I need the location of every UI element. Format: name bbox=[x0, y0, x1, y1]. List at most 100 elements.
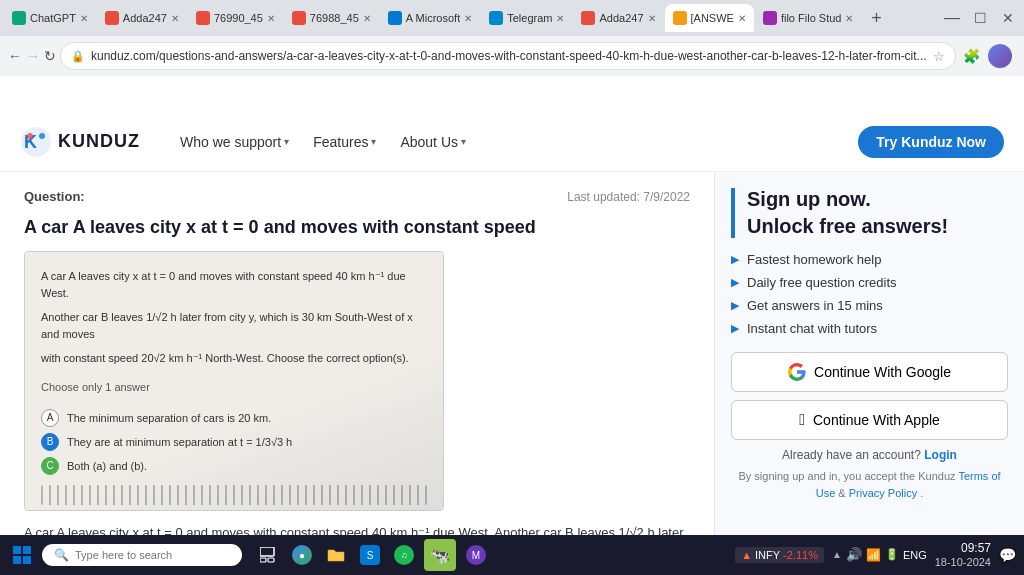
tab-adda4[interactable]: Adda247 ✕ bbox=[573, 4, 663, 32]
tab-close-adda2[interactable]: ✕ bbox=[267, 13, 275, 24]
question-image: A car A leaves city x at t = 0 and moves… bbox=[24, 251, 444, 511]
option-c-circle: C bbox=[41, 457, 59, 475]
taskbar-icon-4[interactable]: S bbox=[356, 541, 384, 569]
time-display: 09:57 bbox=[935, 541, 991, 555]
profile-avatar[interactable] bbox=[988, 44, 1012, 68]
nav-item-about[interactable]: About Us ▾ bbox=[390, 128, 476, 156]
already-have-account-text: Already have an account? Login bbox=[731, 448, 1008, 462]
search-input[interactable] bbox=[75, 549, 215, 561]
stock-icon: ▲ bbox=[741, 549, 752, 561]
svg-rect-9 bbox=[260, 558, 266, 562]
tab-telegram[interactable]: Telegram ✕ bbox=[481, 4, 572, 32]
tab-close-answers[interactable]: ✕ bbox=[738, 13, 746, 24]
tab-favicon-adda1 bbox=[105, 11, 119, 25]
extensions-icon[interactable]: 🧩 bbox=[960, 44, 984, 68]
login-link[interactable]: Login bbox=[924, 448, 957, 462]
img-line-3: with constant speed 20√2 km h⁻¹ North-We… bbox=[41, 350, 427, 367]
svg-point-3 bbox=[39, 133, 45, 139]
tab-close-telegram[interactable]: ✕ bbox=[556, 13, 564, 24]
taskbar-browser-icon[interactable]: ● bbox=[288, 541, 316, 569]
taskbar-icon-5[interactable]: ♫ bbox=[390, 541, 418, 569]
tab-label-filo: filo Filo Stud bbox=[781, 12, 842, 24]
try-kunduz-button[interactable]: Try Kunduz Now bbox=[858, 126, 1004, 158]
tab-adda1[interactable]: Adda247 ✕ bbox=[97, 4, 187, 32]
tab-answers[interactable]: [ANSWE ✕ bbox=[665, 4, 754, 32]
terms-prefix: By signing up and in, you accept the Kun… bbox=[738, 470, 955, 482]
tab-close-adda4[interactable]: ✕ bbox=[648, 13, 656, 24]
page-content: K KUNDUZ Who we support ▾ Features ▾ Abo… bbox=[0, 112, 1024, 535]
menu-icon[interactable]: ⋮ bbox=[1016, 44, 1024, 68]
option-b-text: They are at minimum separation at t = 1/… bbox=[67, 436, 292, 448]
start-button[interactable] bbox=[8, 541, 36, 569]
notification-icon[interactable]: 💬 bbox=[999, 547, 1016, 563]
feature-item-1: ▶ Fastest homework help bbox=[731, 252, 1008, 267]
address-bar[interactable]: 🔒 kunduz.com/questions-and-answers/a-car… bbox=[60, 42, 956, 70]
volume-icon[interactable]: 🔊 bbox=[846, 547, 862, 562]
bookmark-icon[interactable]: ☆ bbox=[933, 49, 945, 64]
sidebar: Sign up now. Unlock free answers! ▶ Fast… bbox=[714, 172, 1024, 535]
nav-item-who-we-support[interactable]: Who we support ▾ bbox=[170, 128, 299, 156]
choose-label: Choose only 1 answer bbox=[41, 381, 427, 393]
tab-favicon-chatgpt bbox=[12, 11, 26, 25]
signup-header: Sign up now. Unlock free answers! bbox=[731, 188, 1008, 238]
option-a-circle: A bbox=[41, 409, 59, 427]
tab-filo[interactable]: filo Filo Stud ✕ bbox=[755, 4, 862, 32]
image-scribble bbox=[41, 485, 427, 505]
stock-widget[interactable]: ▲ INFY -2.11% bbox=[735, 547, 824, 563]
feature-item-2: ▶ Daily free question credits bbox=[731, 275, 1008, 290]
chevron-down-icon-who: ▾ bbox=[284, 136, 289, 147]
tab-chatgpt[interactable]: ChatGPT ✕ bbox=[4, 4, 96, 32]
close-window-button[interactable]: ✕ bbox=[996, 6, 1020, 30]
taskbar-icon-6[interactable]: M bbox=[462, 541, 490, 569]
new-tab-button[interactable]: + bbox=[862, 4, 890, 32]
file-explorer-icon[interactable] bbox=[322, 541, 350, 569]
feature-list: ▶ Fastest homework help ▶ Daily free que… bbox=[731, 252, 1008, 336]
arrow-icon-3: ▶ bbox=[731, 299, 739, 312]
stock-label: INFY bbox=[755, 549, 780, 561]
feature-item-3: ▶ Get answers in 15 mins bbox=[731, 298, 1008, 313]
tab-label-adda2: 76990_45 bbox=[214, 12, 263, 24]
tab-adda3[interactable]: 76988_45 ✕ bbox=[284, 4, 379, 32]
terms-suffix: . bbox=[920, 487, 923, 499]
date-display: 18-10-2024 bbox=[935, 556, 991, 569]
nav-item-features[interactable]: Features ▾ bbox=[303, 128, 386, 156]
tab-adda2[interactable]: 76990_45 ✕ bbox=[188, 4, 283, 32]
minimize-button[interactable]: — bbox=[940, 6, 964, 30]
forward-button[interactable]: → bbox=[26, 42, 40, 70]
option-b-circle: B bbox=[41, 433, 59, 451]
clock-widget[interactable]: 09:57 18-10-2024 bbox=[935, 541, 991, 569]
continue-with-apple-button[interactable]:  Continue With Apple bbox=[731, 400, 1008, 440]
arrow-icon-1: ▶ bbox=[731, 253, 739, 266]
taskbar-search[interactable]: 🔍 bbox=[42, 544, 242, 566]
taskbar-right: ▲ INFY -2.11% ▲ 🔊 📶 🔋 ENG 09:57 18-10-20… bbox=[735, 541, 1016, 569]
up-arrow-icon[interactable]: ▲ bbox=[832, 549, 842, 560]
tab-close-chatgpt[interactable]: ✕ bbox=[80, 13, 88, 24]
tab-close-adda3[interactable]: ✕ bbox=[363, 13, 371, 24]
apple-btn-label: Continue With Apple bbox=[813, 412, 940, 428]
restore-button[interactable]: ☐ bbox=[968, 6, 992, 30]
logo-area: K KUNDUZ bbox=[20, 126, 140, 158]
nav-label-features: Features bbox=[313, 134, 368, 150]
question-label: Question: bbox=[24, 189, 85, 204]
signup-subtitle: Unlock free answers! bbox=[747, 215, 1008, 238]
img-line-2: Another car B leaves 1/√2 h later from c… bbox=[41, 309, 427, 342]
svg-rect-5 bbox=[23, 546, 31, 554]
feature-text-1: Fastest homework help bbox=[747, 252, 881, 267]
tab-microsoft[interactable]: A Microsoft ✕ bbox=[380, 4, 480, 32]
tab-close-microsoft[interactable]: ✕ bbox=[464, 13, 472, 24]
option-a: A The minimum separation of cars is 20 k… bbox=[41, 409, 427, 427]
continue-with-google-button[interactable]: Continue With Google bbox=[731, 352, 1008, 392]
logo-icon: K bbox=[20, 126, 52, 158]
back-button[interactable]: ← bbox=[8, 42, 22, 70]
option-c: C Both (a) and (b). bbox=[41, 457, 427, 475]
network-icon[interactable]: 📶 bbox=[866, 548, 881, 562]
privacy-policy-link[interactable]: Privacy Policy bbox=[849, 487, 917, 499]
tab-label-adda4: Adda247 bbox=[599, 12, 643, 24]
google-btn-label: Continue With Google bbox=[814, 364, 951, 380]
reload-button[interactable]: ↻ bbox=[44, 42, 56, 70]
tab-close-adda1[interactable]: ✕ bbox=[171, 13, 179, 24]
task-view-icon[interactable] bbox=[254, 541, 282, 569]
option-d-circle: D bbox=[41, 511, 59, 512]
google-icon bbox=[788, 363, 806, 381]
tab-close-filo[interactable]: ✕ bbox=[845, 13, 853, 24]
